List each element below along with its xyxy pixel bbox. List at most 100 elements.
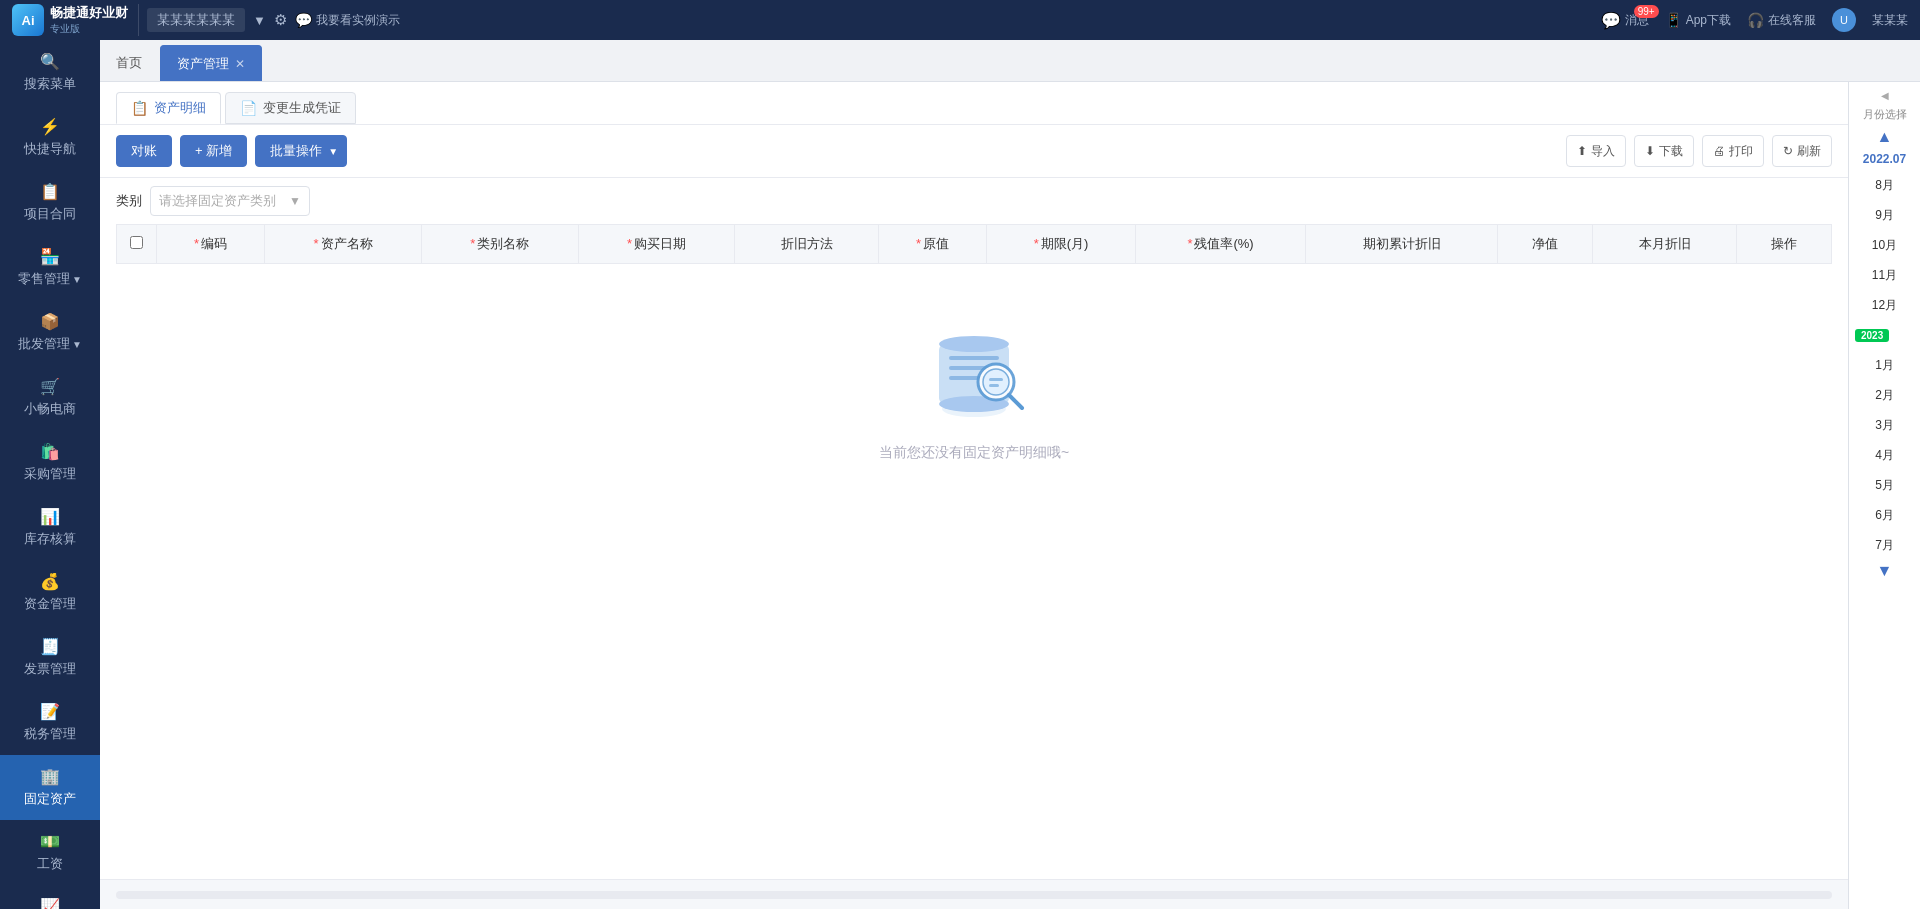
app-edition: 专业版 [50, 22, 128, 36]
bottom-bar [100, 879, 1848, 909]
toolbar: 对账 + 新增 批量操作 ▼ ⬆ 导入 [100, 125, 1848, 178]
category-filter-placeholder: 请选择固定资产类别 [159, 192, 283, 210]
sub-tab-change-voucher-label: 变更生成凭证 [263, 99, 341, 117]
sidebar-label-quick-nav: 快捷导航 [24, 140, 76, 158]
col-header-residual-rate: *残值率(%) [1135, 225, 1305, 264]
user-avatar[interactable]: U [1832, 8, 1856, 32]
refresh-button[interactable]: ↻ 刷新 [1772, 135, 1832, 167]
sidebar-item-tax[interactable]: 📝 税务管理 [0, 690, 100, 755]
month-item-jun[interactable]: 6月 [1860, 501, 1910, 529]
top-bar: Ai 畅捷通好业财 专业版 某某某某某某 ▼ ⚙ 💬 我要看实例演示 💬 消息 … [0, 0, 1920, 40]
tab-close-icon[interactable]: ✕ [235, 57, 245, 71]
month-item-jan[interactable]: 1月 [1860, 351, 1910, 379]
app-download-button[interactable]: 📱 App下载 [1665, 12, 1731, 29]
month-panel-collapse-icon[interactable]: ◀ [1881, 90, 1889, 101]
demo-link[interactable]: 💬 我要看实例演示 [295, 12, 400, 29]
tax-icon: 📝 [40, 702, 60, 721]
col-header-net-value: 净值 [1498, 225, 1593, 264]
svg-rect-10 [989, 378, 1003, 381]
wholesale-icon: 📦 [40, 312, 60, 331]
sidebar-label-project: 项目合同 [24, 205, 76, 223]
sub-tab-change-voucher[interactable]: 📄 变更生成凭证 [225, 92, 356, 124]
month-item-aug[interactable]: 8月 [1860, 171, 1910, 199]
sidebar-label-invoice: 发票管理 [24, 660, 76, 678]
sidebar-item-retail[interactable]: 🏪 零售管理 ▼ [0, 235, 100, 300]
sidebar-item-wholesale[interactable]: 📦 批发管理 ▼ [0, 300, 100, 365]
toolbar-right: ⬆ 导入 ⬇ 下载 🖨 打印 ↻ 刷新 [1566, 135, 1832, 167]
import-icon: ⬆ [1577, 144, 1587, 158]
quick-nav-icon: ⚡ [40, 117, 60, 136]
filter-label: 类别 [116, 192, 142, 210]
print-icon: 🖨 [1713, 144, 1725, 158]
change-voucher-tab-icon: 📄 [240, 100, 257, 116]
month-item-sep[interactable]: 9月 [1860, 201, 1910, 229]
month-item-feb[interactable]: 2月 [1860, 381, 1910, 409]
col-header-period: *期限(月) [987, 225, 1136, 264]
tab-home-label: 首页 [116, 54, 142, 72]
svg-rect-11 [989, 384, 999, 387]
sidebar-item-search[interactable]: 🔍 搜索菜单 [0, 40, 100, 105]
sidebar-item-ecommerce[interactable]: 🛒 小畅电商 [0, 365, 100, 430]
invoice-icon: 🧾 [40, 637, 60, 656]
message-button[interactable]: 💬 消息 99+ [1601, 11, 1649, 30]
reconcile-button[interactable]: 对账 [116, 135, 172, 167]
col-header-purchase-date: *购买日期 [578, 225, 735, 264]
sidebar-item-quick-nav[interactable]: ⚡ 快捷导航 [0, 105, 100, 170]
month-nav-up[interactable]: ▲ [1877, 126, 1893, 148]
download-icon: ⬇ [1645, 144, 1655, 158]
table-container[interactable]: *编码 *资产名称 *类别名称 *购买日期 折旧方法 *原值 *期限(月) *残… [100, 224, 1848, 879]
top-bar-left: Ai 畅捷通好业财 专业版 某某某某某某 ▼ ⚙ 💬 我要看实例演示 [12, 4, 1591, 36]
batch-button[interactable]: 批量操作 ▼ [255, 135, 347, 167]
asset-table: *编码 *资产名称 *类别名称 *购买日期 折旧方法 *原值 *期限(月) *残… [116, 224, 1832, 522]
horizontal-scrollbar[interactable] [116, 891, 1832, 899]
wholesale-arrow-icon: ▼ [72, 339, 82, 350]
month-item-nov[interactable]: 11月 [1860, 261, 1910, 289]
sidebar: 🔍 搜索菜单 ⚡ 快捷导航 📋 项目合同 🏪 零售管理 ▼ 📦 批发管理 ▼ [0, 40, 100, 909]
sidebar-item-payroll[interactable]: 💵 工资 [0, 820, 100, 885]
col-header-depreciation-method: 折旧方法 [735, 225, 879, 264]
col-header-code: *编码 [157, 225, 265, 264]
asset-detail-tab-icon: 📋 [131, 100, 148, 116]
sidebar-item-finance[interactable]: 💰 资金管理 [0, 560, 100, 625]
sub-tab-asset-detail[interactable]: 📋 资产明细 [116, 92, 221, 124]
sidebar-item-project[interactable]: 📋 项目合同 [0, 170, 100, 235]
download-button[interactable]: ⬇ 下载 [1634, 135, 1694, 167]
sidebar-item-purchase[interactable]: 🛍️ 采购管理 [0, 430, 100, 495]
month-item-mar[interactable]: 3月 [1860, 411, 1910, 439]
sidebar-label-search: 搜索菜单 [24, 75, 76, 93]
sub-tabs: 📋 资产明细 📄 变更生成凭证 [100, 82, 1848, 125]
col-header-monthly-depreciation: 本月折旧 [1593, 225, 1737, 264]
month-nav-down[interactable]: ▼ [1877, 560, 1893, 582]
sidebar-item-fixed-assets[interactable]: 🏢 固定资产 [0, 755, 100, 820]
category-filter-select[interactable]: 请选择固定资产类别 ▼ [150, 186, 310, 216]
batch-dropdown-icon: ▼ [328, 146, 338, 157]
fixed-assets-icon: 🏢 [40, 767, 60, 786]
sidebar-label-finance: 资金管理 [24, 595, 76, 613]
sidebar-item-invoice[interactable]: 🧾 发票管理 [0, 625, 100, 690]
sidebar-label-wholesale: 批发管理 [18, 335, 70, 353]
month-item-apr[interactable]: 4月 [1860, 441, 1910, 469]
settings-icon[interactable]: ⚙ [274, 11, 287, 29]
tab-asset-mgmt[interactable]: 资产管理 ✕ [160, 45, 262, 81]
empty-state: 当前您还没有固定资产明细哦~ [117, 264, 1832, 522]
print-button[interactable]: 🖨 打印 [1702, 135, 1764, 167]
filter-bar: 类别 请选择固定资产类别 ▼ [100, 178, 1848, 224]
search-icon: 🔍 [40, 52, 60, 71]
top-bar-right: 💬 消息 99+ 📱 App下载 🎧 在线客服 U 某某某 [1601, 8, 1908, 32]
month-item-may[interactable]: 5月 [1860, 471, 1910, 499]
sidebar-label-retail: 零售管理 [18, 270, 70, 288]
sidebar-item-inventory[interactable]: 📊 库存核算 [0, 495, 100, 560]
sidebar-item-operations[interactable]: 📈 经营管理 [0, 885, 100, 909]
add-button[interactable]: + 新增 [180, 135, 247, 167]
company-dropdown-arrow[interactable]: ▼ [253, 13, 266, 28]
tab-home[interactable]: 首页 [100, 45, 158, 81]
month-item-dec[interactable]: 12月 [1860, 291, 1910, 319]
month-item-jul[interactable]: 7月 [1860, 531, 1910, 559]
import-button[interactable]: ⬆ 导入 [1566, 135, 1626, 167]
company-name[interactable]: 某某某某某某 [147, 8, 245, 32]
select-all-checkbox[interactable] [130, 236, 143, 249]
month-item-oct[interactable]: 10月 [1860, 231, 1910, 259]
sidebar-label-inventory: 库存核算 [24, 530, 76, 548]
customer-service-button[interactable]: 🎧 在线客服 [1747, 12, 1816, 29]
main-panel: 📋 资产明细 📄 变更生成凭证 对账 + 新增 [100, 82, 1848, 909]
